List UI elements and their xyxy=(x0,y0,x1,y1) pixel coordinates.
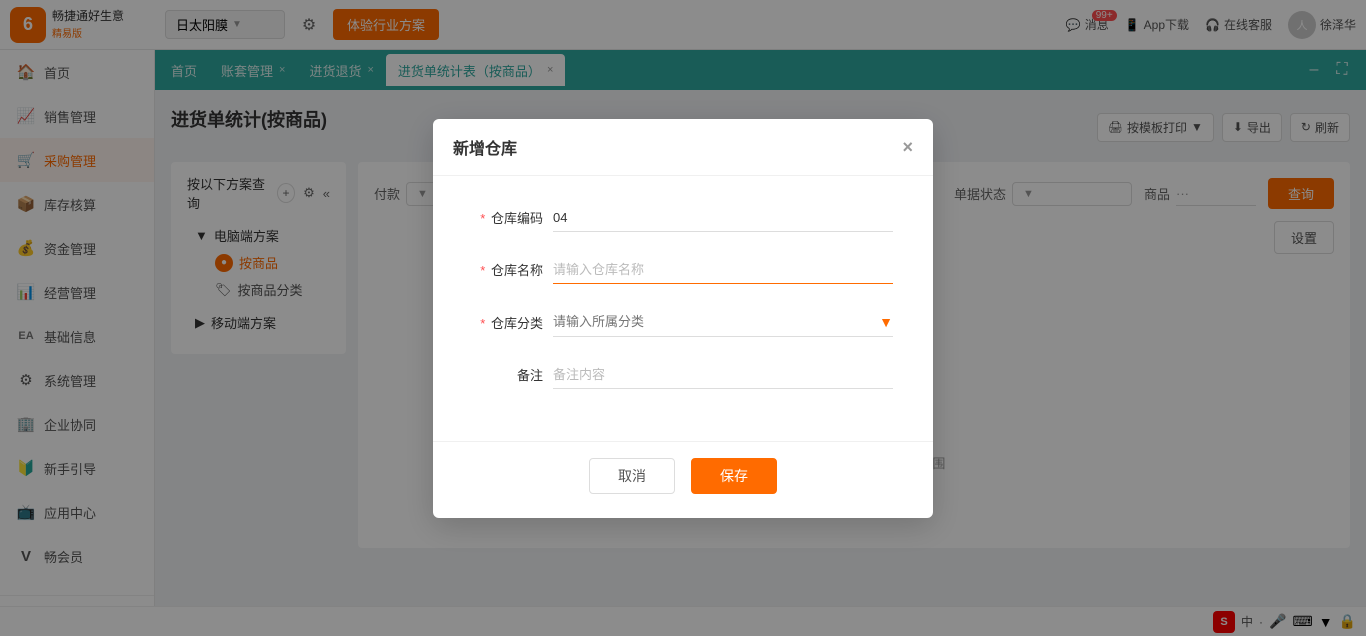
dialog-title: 新增仓库 xyxy=(453,135,517,159)
dialog-overlay[interactable]: 新增仓库 × * 仓库编码 * 仓库名称 xyxy=(0,0,1366,636)
dialog-header: 新增仓库 × xyxy=(433,119,933,176)
category-input[interactable] xyxy=(553,314,879,329)
code-input[interactable] xyxy=(553,204,893,232)
name-input[interactable] xyxy=(553,256,893,284)
save-button[interactable]: 保存 xyxy=(691,458,777,494)
form-row-category: * 仓库分类 ▼ xyxy=(473,308,893,337)
name-label: * 仓库名称 xyxy=(473,260,553,279)
form-row-remark: 备注 xyxy=(473,361,893,389)
dialog-close-button[interactable]: × xyxy=(902,138,913,156)
form-row-code: * 仓库编码 xyxy=(473,204,893,232)
dialog-footer: 取消 保存 xyxy=(433,441,933,518)
form-row-name: * 仓库名称 xyxy=(473,256,893,284)
category-select[interactable]: ▼ xyxy=(553,308,893,337)
code-label: * 仓库编码 xyxy=(473,208,553,227)
dialog-body: * 仓库编码 * 仓库名称 * 仓库分类 xyxy=(433,176,933,441)
remark-input[interactable] xyxy=(553,361,893,389)
remark-label: 备注 xyxy=(473,365,553,384)
cancel-button[interactable]: 取消 xyxy=(589,458,675,494)
add-warehouse-dialog: 新增仓库 × * 仓库编码 * 仓库名称 xyxy=(433,119,933,518)
category-label: * 仓库分类 xyxy=(473,313,553,332)
category-dropdown-icon: ▼ xyxy=(879,314,893,330)
